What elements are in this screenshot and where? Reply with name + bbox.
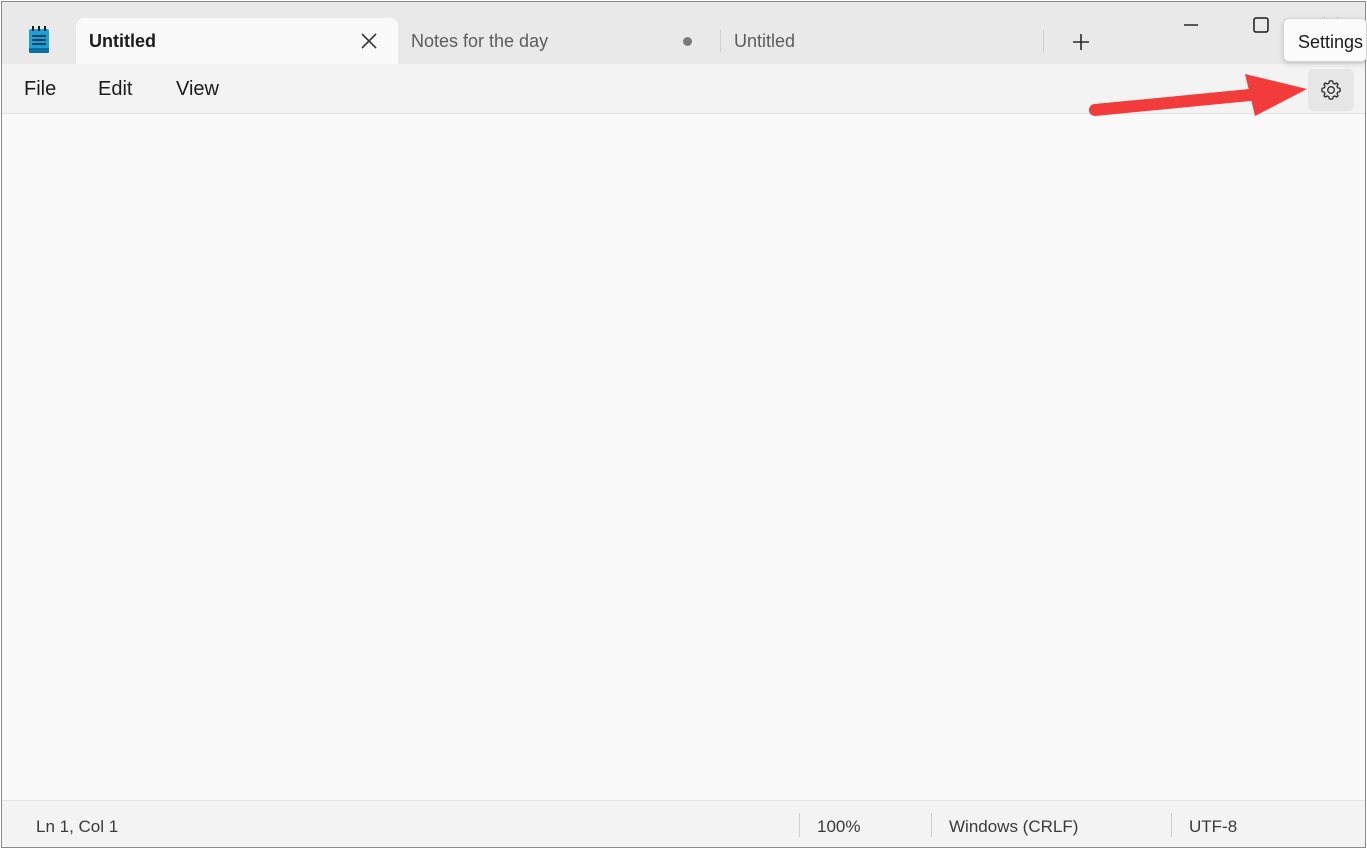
menu-file[interactable]: File — [24, 78, 56, 101]
maximize-icon[interactable] — [1252, 16, 1270, 34]
tab-untitled[interactable]: Untitled — [721, 18, 1043, 64]
status-bar: Ln 1, Col 1 100% Windows (CRLF) UTF-8 — [2, 800, 1365, 847]
tab-divider — [1043, 30, 1044, 52]
line-ending: Windows (CRLF) — [949, 817, 1079, 836]
menu-view[interactable]: View — [176, 78, 219, 101]
notepad-window: Untitled Notes for the day Untitled File — [1, 1, 1366, 848]
menu-edit[interactable]: Edit — [98, 78, 132, 101]
text-editor-area[interactable] — [2, 114, 1365, 800]
tab-notes-for-the-day[interactable]: Notes for the day — [398, 18, 720, 64]
unsaved-dot-icon — [683, 37, 692, 46]
status-divider — [931, 813, 932, 837]
zoom-level: 100% — [817, 817, 861, 836]
notepad-app-icon — [29, 26, 49, 53]
annotation-arrow-icon — [1089, 74, 1307, 116]
gear-icon — [1321, 80, 1341, 100]
tab-label: Untitled — [89, 30, 156, 51]
settings-tooltip: Settings — [1283, 18, 1367, 62]
title-bar: Untitled Notes for the day Untitled — [2, 2, 1365, 64]
encoding: UTF-8 — [1189, 817, 1238, 836]
status-divider — [799, 813, 800, 837]
status-divider — [1171, 813, 1172, 837]
minimize-icon[interactable] — [1182, 16, 1200, 34]
tab-untitled-active[interactable]: Untitled — [76, 18, 398, 64]
new-tab-icon[interactable] — [1070, 31, 1092, 53]
tab-label: Untitled — [734, 30, 796, 51]
tab-label: Notes for the day — [411, 30, 549, 51]
close-tab-icon[interactable] — [360, 32, 378, 50]
cursor-position: Ln 1, Col 1 — [36, 817, 119, 836]
